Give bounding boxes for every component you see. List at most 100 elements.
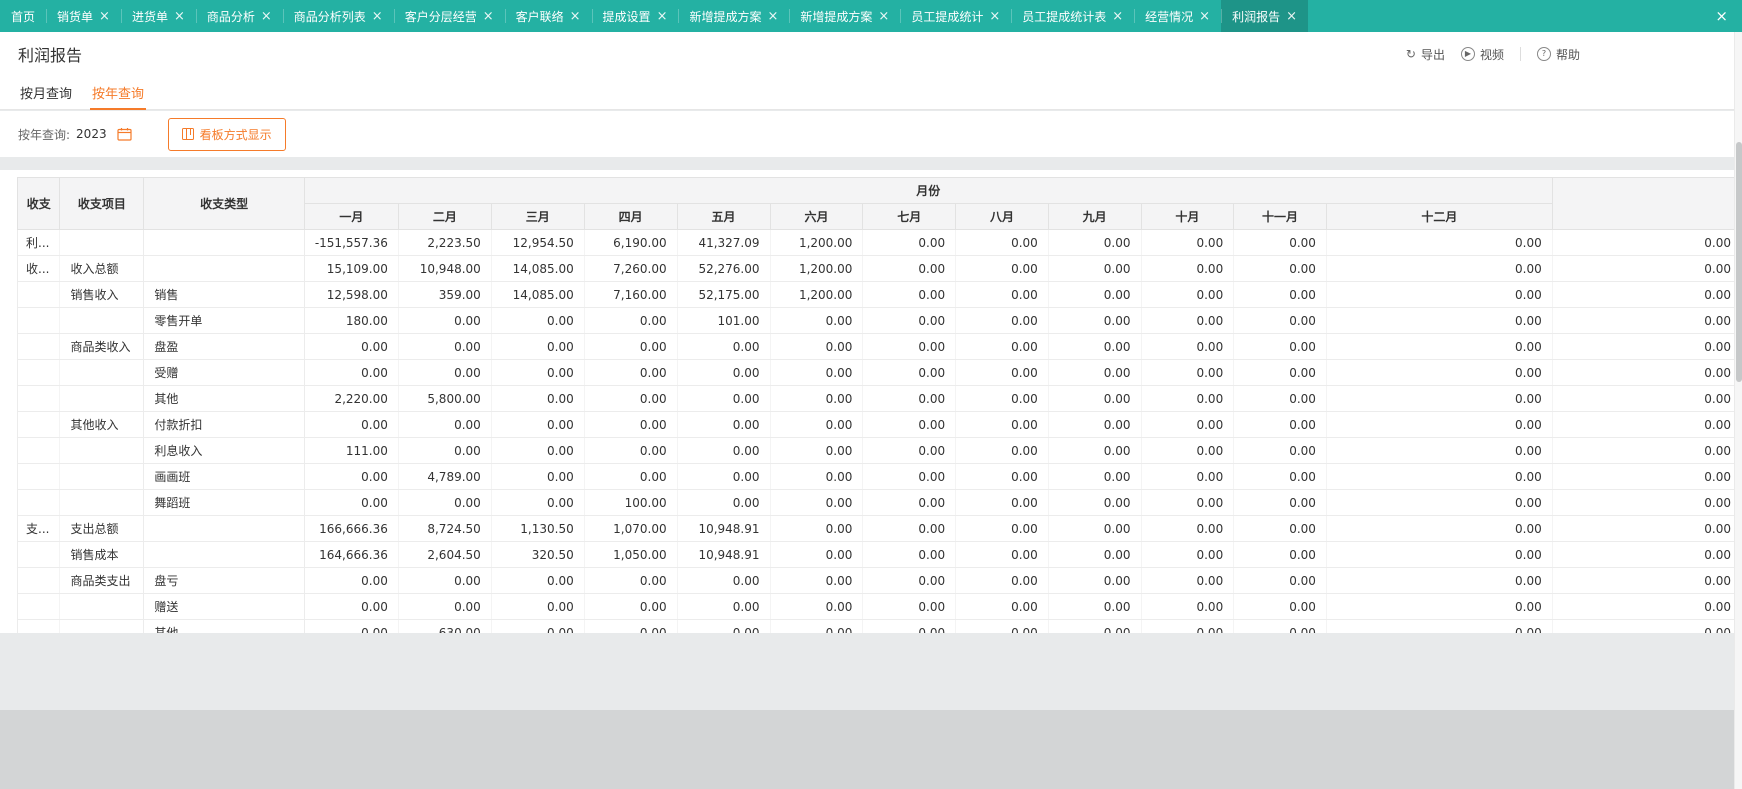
cell-type: 盘盈 xyxy=(143,333,305,360)
cell-value: 0.00 xyxy=(862,333,957,360)
tab-label: 商品分析列表 xyxy=(293,9,366,24)
tab-9[interactable]: 新增提成方案 × xyxy=(678,0,789,32)
cell-value: 0.00 xyxy=(677,411,771,438)
cell-value: 0.00 xyxy=(584,619,678,633)
tab-6[interactable]: 客户分层经营 × xyxy=(393,0,505,32)
tab-close-icon[interactable]: × xyxy=(767,10,778,23)
export-button[interactable]: ↻ 导出 xyxy=(1406,46,1445,63)
close-all-tabs-icon[interactable]: × xyxy=(1701,0,1742,32)
cell-value: 0.00 xyxy=(1326,541,1553,568)
cell-value: 0.00 xyxy=(862,515,957,542)
tab-1[interactable]: 首页 xyxy=(0,0,46,32)
cell-value: 0.00 xyxy=(1326,515,1553,542)
cell-value: 0.00 xyxy=(491,463,585,490)
tab-12[interactable]: 员工提成统计表 × xyxy=(1011,0,1134,32)
cell-value: 0.00 xyxy=(1141,255,1235,282)
month-header: 一月 xyxy=(303,203,399,230)
tab-11[interactable]: 员工提成统计 × xyxy=(900,0,1011,32)
cell-value: 7,160.00 xyxy=(584,281,678,308)
cell-value: 1,200.00 xyxy=(770,281,864,308)
tab-10[interactable]: 新增提成方案 × xyxy=(789,0,900,32)
tab-close-icon[interactable]: × xyxy=(989,10,1000,23)
cell-value: 0.00 xyxy=(770,567,864,594)
vertical-scrollbar[interactable] xyxy=(1734,32,1742,789)
cell-type xyxy=(143,255,305,282)
tab-close-icon[interactable]: × xyxy=(483,10,494,23)
board-grid-icon-svg xyxy=(181,128,194,140)
cell-value: 0.00 xyxy=(584,593,678,620)
header-income-expense: 收支 xyxy=(16,177,61,230)
tab-5[interactable]: 商品分析列表 × xyxy=(282,0,394,32)
cell-item xyxy=(59,489,145,516)
cell-value: 0.00 xyxy=(770,593,864,620)
tab-label: 经营情况 xyxy=(1145,9,1194,24)
cell-value: 0.00 xyxy=(491,359,585,386)
cell-value: 101.00 xyxy=(677,307,771,334)
video-button[interactable]: ▶ 视频 xyxy=(1460,46,1504,63)
cell-item: 销售收入 xyxy=(59,281,145,308)
tab-monthly-query[interactable]: 按月查询 xyxy=(18,76,74,109)
cell-value: 10,948.00 xyxy=(398,255,492,282)
year-filter-value[interactable]: 2023 xyxy=(76,127,107,141)
divider xyxy=(1519,47,1521,61)
cell-value: 0.00 xyxy=(955,567,1049,594)
tab-close-icon[interactable]: × xyxy=(372,10,383,23)
cell-value: 0.00 xyxy=(955,411,1049,438)
tab-2[interactable]: 销货单 × xyxy=(46,0,121,32)
cell-value-cut: 0.00 xyxy=(1552,255,1742,282)
cell-value-cut: 0.00 xyxy=(1552,541,1742,568)
tab-yearly-query[interactable]: 按年查询 xyxy=(90,76,147,110)
table-row: 其他 2,220.00 5,800.00 0.00 0.00 0.00 0.00 0.00 0.… xyxy=(16,385,1742,412)
cell-value-cut: 0.00 xyxy=(1552,619,1742,633)
cell-value: 1,200.00 xyxy=(770,229,864,256)
cell-value: 2,604.50 xyxy=(398,541,492,568)
tab-8[interactable]: 提成设置 × xyxy=(591,0,679,32)
help-button[interactable]: ? 帮助 xyxy=(1536,46,1580,63)
month-header: 八月 xyxy=(955,203,1049,230)
tab-close-icon[interactable]: × xyxy=(570,10,581,23)
cell-value: 0.00 xyxy=(491,619,585,633)
cell-value: 0.00 xyxy=(955,281,1049,308)
cell-value: 0.00 xyxy=(770,333,864,360)
cell-value: 0.00 xyxy=(1141,463,1235,490)
month-header: 五月 xyxy=(676,203,771,230)
cell-value: 0.00 xyxy=(1233,333,1327,360)
cell-value: 0.00 xyxy=(1326,437,1553,464)
table-header-row-group: 收支 收支项目 收支类型 月份 xyxy=(16,177,1742,230)
tab-close-icon[interactable]: × xyxy=(1286,10,1297,23)
cell-value: 0.00 xyxy=(1233,255,1327,282)
cell-value: 0.00 xyxy=(304,567,399,594)
tab-close-icon[interactable]: × xyxy=(261,10,272,23)
cell-value: 0.00 xyxy=(1141,489,1235,516)
tab-close-icon[interactable]: × xyxy=(1112,10,1123,23)
tab-close-icon[interactable]: × xyxy=(99,10,110,23)
calendar-icon[interactable] xyxy=(116,127,132,141)
tab-13[interactable]: 经营情况 × xyxy=(1134,0,1221,32)
board-grid-icon xyxy=(181,128,194,140)
cell-value: 180.00 xyxy=(304,307,399,334)
vertical-scrollbar-thumb[interactable] xyxy=(1736,142,1742,382)
tab-close-icon[interactable]: × xyxy=(657,10,668,23)
tab-7[interactable]: 客户联络 × xyxy=(504,0,592,32)
tab-close-icon[interactable]: × xyxy=(1199,10,1210,23)
month-header: 九月 xyxy=(1047,203,1142,230)
tab-3[interactable]: 进货单 × xyxy=(120,0,196,32)
cell-value: 0.00 xyxy=(584,411,678,438)
cell-value: 10,948.91 xyxy=(677,541,771,568)
cell-value: 0.00 xyxy=(1233,281,1327,308)
tab-4[interactable]: 商品分析 × xyxy=(195,0,283,32)
tab-14[interactable]: 利润报告 × xyxy=(1221,0,1308,32)
cell-value: 0.00 xyxy=(584,333,678,360)
tab-close-icon[interactable]: × xyxy=(174,10,185,23)
cell-value-cut: 0.00 xyxy=(1552,567,1742,594)
month-header: 四月 xyxy=(583,203,678,230)
board-view-button[interactable]: 看板方式显示 xyxy=(167,117,286,151)
cell-value-cut: 0.00 xyxy=(1552,515,1742,542)
cell-value: 0.00 xyxy=(1141,333,1235,360)
cell-group: 收... xyxy=(16,255,61,282)
cell-value: 0.00 xyxy=(1048,541,1142,568)
cell-value: 0.00 xyxy=(955,489,1049,516)
cell-value: 0.00 xyxy=(1048,281,1142,308)
tab-close-icon[interactable]: × xyxy=(878,10,889,23)
table-row: 支... 支出总额 166,666.36 8,724.50 1,130.50 1,070.… xyxy=(16,515,1742,542)
